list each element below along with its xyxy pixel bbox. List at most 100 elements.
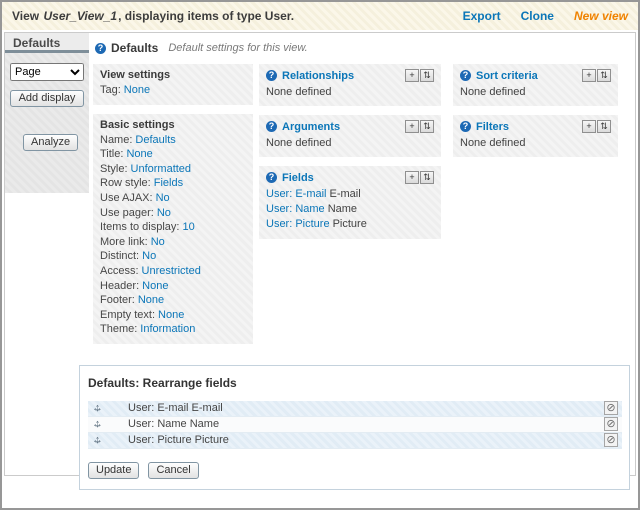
- add-icon[interactable]: +: [405, 171, 419, 184]
- rearrange-icon[interactable]: ⇅: [420, 69, 434, 82]
- filters-box: ? Filters + ⇅ None defined: [453, 115, 618, 157]
- add-icon[interactable]: +: [582, 120, 596, 133]
- relationships-link[interactable]: Relationships: [282, 70, 354, 82]
- sort-criteria-link[interactable]: Sort criteria: [476, 70, 538, 82]
- rearrange-fields-form: Defaults: Rearrange fields ↔ ↕ User: E-ma…: [79, 364, 630, 490]
- add-icon[interactable]: +: [405, 120, 419, 133]
- setting-value-link[interactable]: None: [126, 148, 152, 160]
- drag-handle-icon[interactable]: ↔ ↕: [91, 402, 104, 415]
- cancel-button[interactable]: Cancel: [148, 461, 199, 479]
- arguments-box: ? Arguments + ⇅ None defined: [259, 115, 441, 157]
- field-link[interactable]: User: E-mail: [266, 188, 327, 200]
- basic-settings-heading: Basic settings: [100, 118, 175, 131]
- setting-value-link[interactable]: 10: [182, 221, 194, 233]
- setting-value-link[interactable]: Unformatted: [131, 163, 192, 175]
- view-title: View User_View_1, displaying items of ty…: [12, 9, 294, 23]
- display-sidebar: Defaults Page Add display Analyze: [5, 33, 89, 353]
- tab-defaults[interactable]: Defaults: [5, 33, 89, 53]
- help-icon[interactable]: ?: [266, 70, 277, 81]
- new-view-link[interactable]: New view: [574, 9, 628, 23]
- view-title-prefix: View: [12, 9, 40, 23]
- setting-label: Header:: [100, 279, 140, 292]
- rearrange-row: ↔ ↕ User: Name Name ⊘: [88, 416, 622, 433]
- setting-value-link[interactable]: Information: [140, 323, 195, 335]
- arguments-link[interactable]: Arguments: [282, 121, 340, 133]
- rearrange-row: ↔ ↕ User: E-mail E-mail ⊘: [88, 400, 622, 417]
- display-description: Default settings for this view.: [168, 42, 308, 54]
- rearrange-row-label: User: Name Name: [128, 418, 220, 431]
- column-right: ? Sort criteria + ⇅ None defined ? Filte…: [453, 64, 618, 166]
- field-item: User: E-mail E-mail: [266, 187, 434, 202]
- setting-label: Use pager:: [100, 206, 154, 219]
- setting-label: Use AJAX:: [100, 191, 153, 204]
- add-display-button[interactable]: Add display: [10, 90, 84, 107]
- display-settings-content: ? Defaults Default settings for this vie…: [89, 33, 635, 353]
- setting-label: Footer:: [100, 294, 135, 307]
- field-link[interactable]: User: Picture: [266, 218, 330, 230]
- filters-link[interactable]: Filters: [476, 121, 509, 133]
- rearrange-icon[interactable]: ⇅: [420, 171, 434, 184]
- sort-criteria-box: ? Sort criteria + ⇅ None defined: [453, 64, 618, 106]
- add-icon[interactable]: +: [405, 69, 419, 82]
- setting-value-link[interactable]: Defaults: [135, 134, 175, 146]
- rearrange-heading: Defaults: Rearrange fields: [88, 375, 237, 390]
- help-icon[interactable]: ?: [266, 172, 277, 183]
- help-icon[interactable]: ?: [460, 121, 471, 132]
- view-name: User_View_1: [43, 9, 118, 23]
- views-admin-page: View User_View_1, displaying items of ty…: [0, 0, 640, 510]
- help-icon[interactable]: ?: [460, 70, 471, 81]
- setting-label: Items to display:: [100, 221, 180, 234]
- setting-row: Distinct: No: [100, 249, 246, 264]
- setting-value-link[interactable]: None: [142, 280, 168, 292]
- update-button[interactable]: Update: [88, 461, 140, 479]
- rearrange-icon[interactable]: ⇅: [597, 120, 611, 133]
- remove-field-icon[interactable]: ⊘: [604, 433, 618, 448]
- help-icon[interactable]: ?: [95, 42, 106, 54]
- setting-label: Title:: [100, 148, 124, 161]
- display-overview: ? Defaults Default settings for this vie…: [95, 41, 635, 55]
- setting-row: Items to display: 10: [100, 220, 246, 235]
- setting-value-link[interactable]: No: [151, 236, 165, 248]
- setting-value-link[interactable]: No: [156, 192, 170, 204]
- display-heading: Defaults: [111, 41, 159, 55]
- field-item: User: Picture Picture: [266, 217, 434, 232]
- drag-handle-icon[interactable]: ↔ ↕: [91, 434, 104, 447]
- setting-label: Style:: [100, 162, 128, 175]
- view-settings-heading: View settings: [100, 69, 171, 81]
- sort-criteria-empty: None defined: [460, 86, 526, 98]
- view-header-bar: View User_View_1, displaying items of ty…: [2, 2, 638, 30]
- filters-empty: None defined: [460, 137, 526, 149]
- setting-row: Row style: Fields: [100, 176, 246, 191]
- setting-row: Footer: None: [100, 293, 246, 308]
- field-label: E-mail: [329, 188, 361, 200]
- setting-value-link[interactable]: No: [157, 207, 171, 219]
- analyze-button[interactable]: Analyze: [23, 134, 79, 151]
- setting-value-link[interactable]: Unrestricted: [142, 265, 201, 277]
- drag-handle-icon[interactable]: ↔ ↕: [91, 418, 104, 431]
- setting-value-link[interactable]: None: [158, 309, 184, 321]
- add-icon[interactable]: +: [582, 69, 596, 82]
- setting-value-link[interactable]: Fields: [154, 177, 183, 189]
- field-link[interactable]: User: Name: [266, 203, 325, 215]
- form-actions: Update Cancel: [88, 461, 622, 479]
- view-title-suffix: , displaying items of type User.: [118, 9, 295, 23]
- setting-value-link[interactable]: No: [142, 250, 156, 262]
- arguments-empty: None defined: [266, 137, 332, 149]
- tag-value-link[interactable]: None: [124, 84, 150, 96]
- clone-link[interactable]: Clone: [521, 9, 554, 23]
- rearrange-icon[interactable]: ⇅: [597, 69, 611, 82]
- fields-link[interactable]: Fields: [282, 172, 314, 184]
- column-view-settings: View settings Tag: None Basic settings Na…: [93, 64, 253, 353]
- setting-row: Empty text: None: [100, 308, 246, 323]
- export-link[interactable]: Export: [463, 9, 501, 23]
- remove-field-icon[interactable]: ⊘: [604, 417, 618, 432]
- basic-settings-box: Basic settings Name: Defaults Title: None …: [93, 113, 253, 344]
- setting-value-link[interactable]: None: [138, 294, 164, 306]
- rearrange-icon[interactable]: ⇅: [420, 120, 434, 133]
- display-type-select[interactable]: Page: [10, 63, 84, 81]
- column-middle: ? Relationships + ⇅ None defined ? Argum…: [259, 64, 441, 248]
- setting-label: Theme:: [100, 323, 138, 336]
- fields-box: ? Fields + ⇅ User: E-mail E-mail User: Na…: [259, 166, 441, 239]
- help-icon[interactable]: ?: [266, 121, 277, 132]
- remove-field-icon[interactable]: ⊘: [604, 401, 618, 416]
